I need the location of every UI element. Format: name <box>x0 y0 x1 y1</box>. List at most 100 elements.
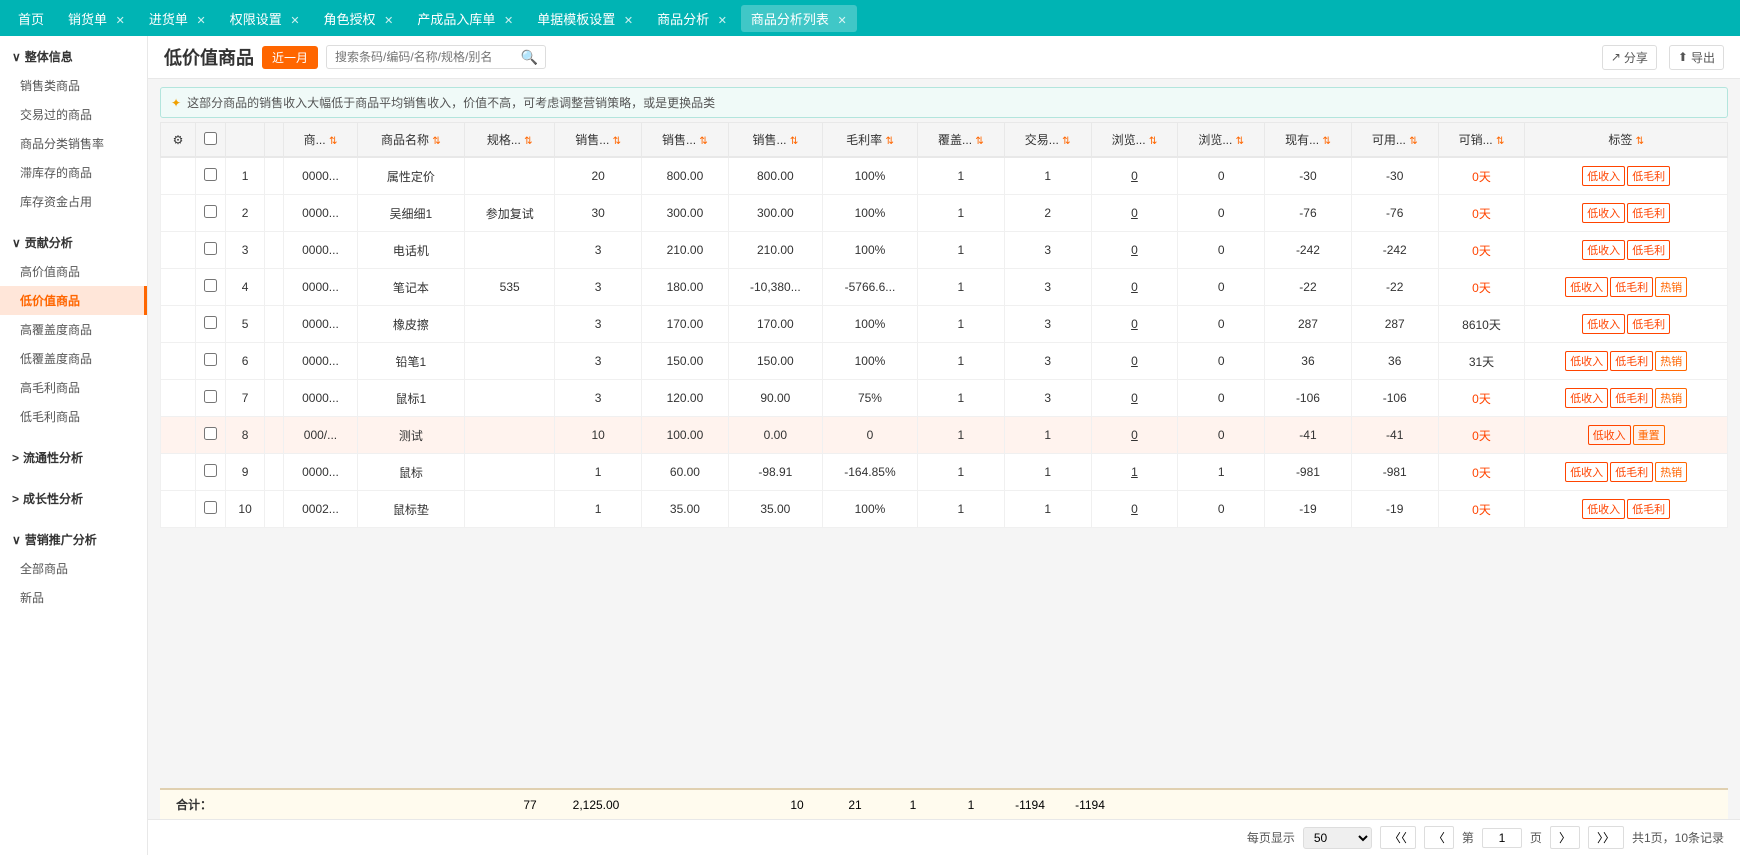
row-check2-cell[interactable] <box>265 491 284 528</box>
row-check-cell[interactable] <box>196 343 226 380</box>
row-checkbox[interactable] <box>204 242 217 255</box>
row-check-cell[interactable] <box>196 491 226 528</box>
row-check-cell[interactable] <box>196 157 226 195</box>
sidebar-item-traded-goods[interactable]: 交易过的商品 <box>0 100 147 129</box>
filter-recent-month-button[interactable]: 近一月 <box>262 46 318 69</box>
sidebar-item-sale-goods[interactable]: 销售类商品 <box>0 71 147 100</box>
col-spec[interactable]: 规格... ⇅ <box>465 123 555 158</box>
row-check-cell[interactable] <box>196 195 226 232</box>
col-view1[interactable]: 浏览... ⇅ <box>1091 123 1178 158</box>
next-page-button[interactable]: 〉 <box>1550 826 1580 849</box>
sidebar-item-category-sale-rate[interactable]: 商品分类销售率 <box>0 129 147 158</box>
sidebar-group-title-contribution[interactable]: ∨ 贡献分析 <box>0 228 147 257</box>
close-icon[interactable]: ✕ <box>196 15 205 27</box>
last-page-button[interactable]: 〉〉 <box>1588 826 1624 849</box>
row-view1-cell[interactable]: 0 <box>1091 195 1178 232</box>
row-checkbox[interactable] <box>204 205 217 218</box>
close-icon[interactable]: ✕ <box>838 15 847 27</box>
sidebar-item-stock-capital[interactable]: 库存资金占用 <box>0 187 147 216</box>
row-check-cell[interactable] <box>196 380 226 417</box>
col-stock[interactable]: 现有... ⇅ <box>1265 123 1352 158</box>
view1-cell[interactable]: 0 <box>1131 169 1138 183</box>
per-page-select[interactable]: 50 100 200 <box>1303 827 1372 849</box>
nav-analysis-list[interactable]: 商品分析列表 ✕ <box>741 5 857 32</box>
row-check-cell[interactable] <box>196 232 226 269</box>
row-check2-cell[interactable] <box>265 195 284 232</box>
view1-cell[interactable]: 0 <box>1131 280 1138 294</box>
first-page-button[interactable]: 〈〈 <box>1380 826 1416 849</box>
col-trade[interactable]: 交易... ⇅ <box>1004 123 1091 158</box>
row-checkbox[interactable] <box>204 279 217 292</box>
sidebar-group-title-growth[interactable]: > 成长性分析 <box>0 484 147 513</box>
col-check-all[interactable] <box>196 123 226 158</box>
close-icon[interactable]: ✕ <box>718 15 727 27</box>
view1-cell[interactable]: 0 <box>1131 206 1138 220</box>
sidebar-item-slow-goods[interactable]: 滞库存的商品 <box>0 158 147 187</box>
sidebar-item-low-margin[interactable]: 低毛利商品 <box>0 402 147 431</box>
row-checkbox[interactable] <box>204 168 217 181</box>
view1-cell[interactable]: 0 <box>1131 243 1138 257</box>
row-checkbox[interactable] <box>204 427 217 440</box>
col-view2[interactable]: 浏览... ⇅ <box>1178 123 1265 158</box>
row-view1-cell[interactable]: 0 <box>1091 343 1178 380</box>
col-sale-qty[interactable]: 销售... ⇅ <box>555 123 642 158</box>
row-check2-cell[interactable] <box>265 269 284 306</box>
view1-cell[interactable]: 0 <box>1131 502 1138 516</box>
col-name[interactable]: 商品名称 ⇅ <box>357 123 464 158</box>
row-view1-cell[interactable]: 0 <box>1091 417 1178 454</box>
row-view1-cell[interactable]: 0 <box>1091 157 1178 195</box>
row-check2-cell[interactable] <box>265 380 284 417</box>
col-check2[interactable] <box>265 123 284 158</box>
nav-template[interactable]: 单据模板设置 ✕ <box>527 5 643 32</box>
col-sale-cost[interactable]: 销售... ⇅ <box>728 123 822 158</box>
sidebar-group-title-marketing[interactable]: ∨ 营销推广分析 <box>0 525 147 554</box>
row-check2-cell[interactable] <box>265 417 284 454</box>
nav-purchase[interactable]: 进货单 ✕ <box>139 5 216 32</box>
close-icon[interactable]: ✕ <box>504 15 513 27</box>
sidebar-item-high-value[interactable]: 高价值商品 <box>0 257 147 286</box>
sidebar-item-low-value[interactable]: 低价值商品 <box>0 286 147 315</box>
col-sell[interactable]: 可销... ⇅ <box>1438 123 1525 158</box>
nav-role[interactable]: 角色授权 ✕ <box>314 5 404 32</box>
export-button[interactable]: ⬆ 导出 <box>1669 45 1724 70</box>
row-checkbox[interactable] <box>204 390 217 403</box>
row-check2-cell[interactable] <box>265 454 284 491</box>
row-check2-cell[interactable] <box>265 343 284 380</box>
close-icon[interactable]: ✕ <box>624 15 633 27</box>
row-checkbox[interactable] <box>204 464 217 477</box>
col-cover[interactable]: 覆盖... ⇅ <box>918 123 1005 158</box>
sidebar-group-title-overall[interactable]: ∨ 整体信息 <box>0 42 147 71</box>
row-view1-cell[interactable]: 0 <box>1091 232 1178 269</box>
view1-cell[interactable]: 0 <box>1131 354 1138 368</box>
row-checkbox[interactable] <box>204 316 217 329</box>
row-checkbox[interactable] <box>204 353 217 366</box>
row-view1-cell[interactable]: 0 <box>1091 380 1178 417</box>
view1-cell[interactable]: 0 <box>1131 428 1138 442</box>
search-input[interactable] <box>326 45 546 69</box>
view1-cell[interactable]: 0 <box>1131 317 1138 331</box>
share-button[interactable]: ↗ 分享 <box>1602 45 1657 70</box>
close-icon[interactable]: ✕ <box>290 15 299 27</box>
search-icon[interactable]: 🔍 <box>521 49 538 66</box>
row-view1-cell[interactable]: 0 <box>1091 269 1178 306</box>
col-sale-amt[interactable]: 销售... ⇅ <box>642 123 729 158</box>
check-all-checkbox[interactable] <box>204 132 217 145</box>
nav-home[interactable]: 首页 <box>8 5 54 32</box>
sidebar-item-high-cover[interactable]: 高覆盖度商品 <box>0 315 147 344</box>
nav-analysis[interactable]: 商品分析 ✕ <box>647 5 737 32</box>
col-code[interactable]: 商... ⇅ <box>284 123 357 158</box>
row-view1-cell[interactable]: 0 <box>1091 306 1178 343</box>
row-check2-cell[interactable] <box>265 157 284 195</box>
row-view1-cell[interactable]: 0 <box>1091 491 1178 528</box>
sidebar-item-new-goods[interactable]: 新品 <box>0 583 147 612</box>
table-wrapper[interactable]: ⚙ 商... ⇅ 商品名称 ⇅ 规格... ⇅ 销售... ⇅ 销售... ⇅ … <box>160 122 1728 788</box>
close-icon[interactable]: ✕ <box>116 15 125 27</box>
close-icon[interactable]: ✕ <box>384 15 393 27</box>
col-avail[interactable]: 可用... ⇅ <box>1351 123 1438 158</box>
sidebar-item-low-cover[interactable]: 低覆盖度商品 <box>0 344 147 373</box>
row-checkbox[interactable] <box>204 501 217 514</box>
col-gross-rate[interactable]: 毛利率 ⇅ <box>822 123 917 158</box>
row-check2-cell[interactable] <box>265 306 284 343</box>
row-check-cell[interactable] <box>196 306 226 343</box>
nav-permission[interactable]: 权限设置 ✕ <box>220 5 310 32</box>
